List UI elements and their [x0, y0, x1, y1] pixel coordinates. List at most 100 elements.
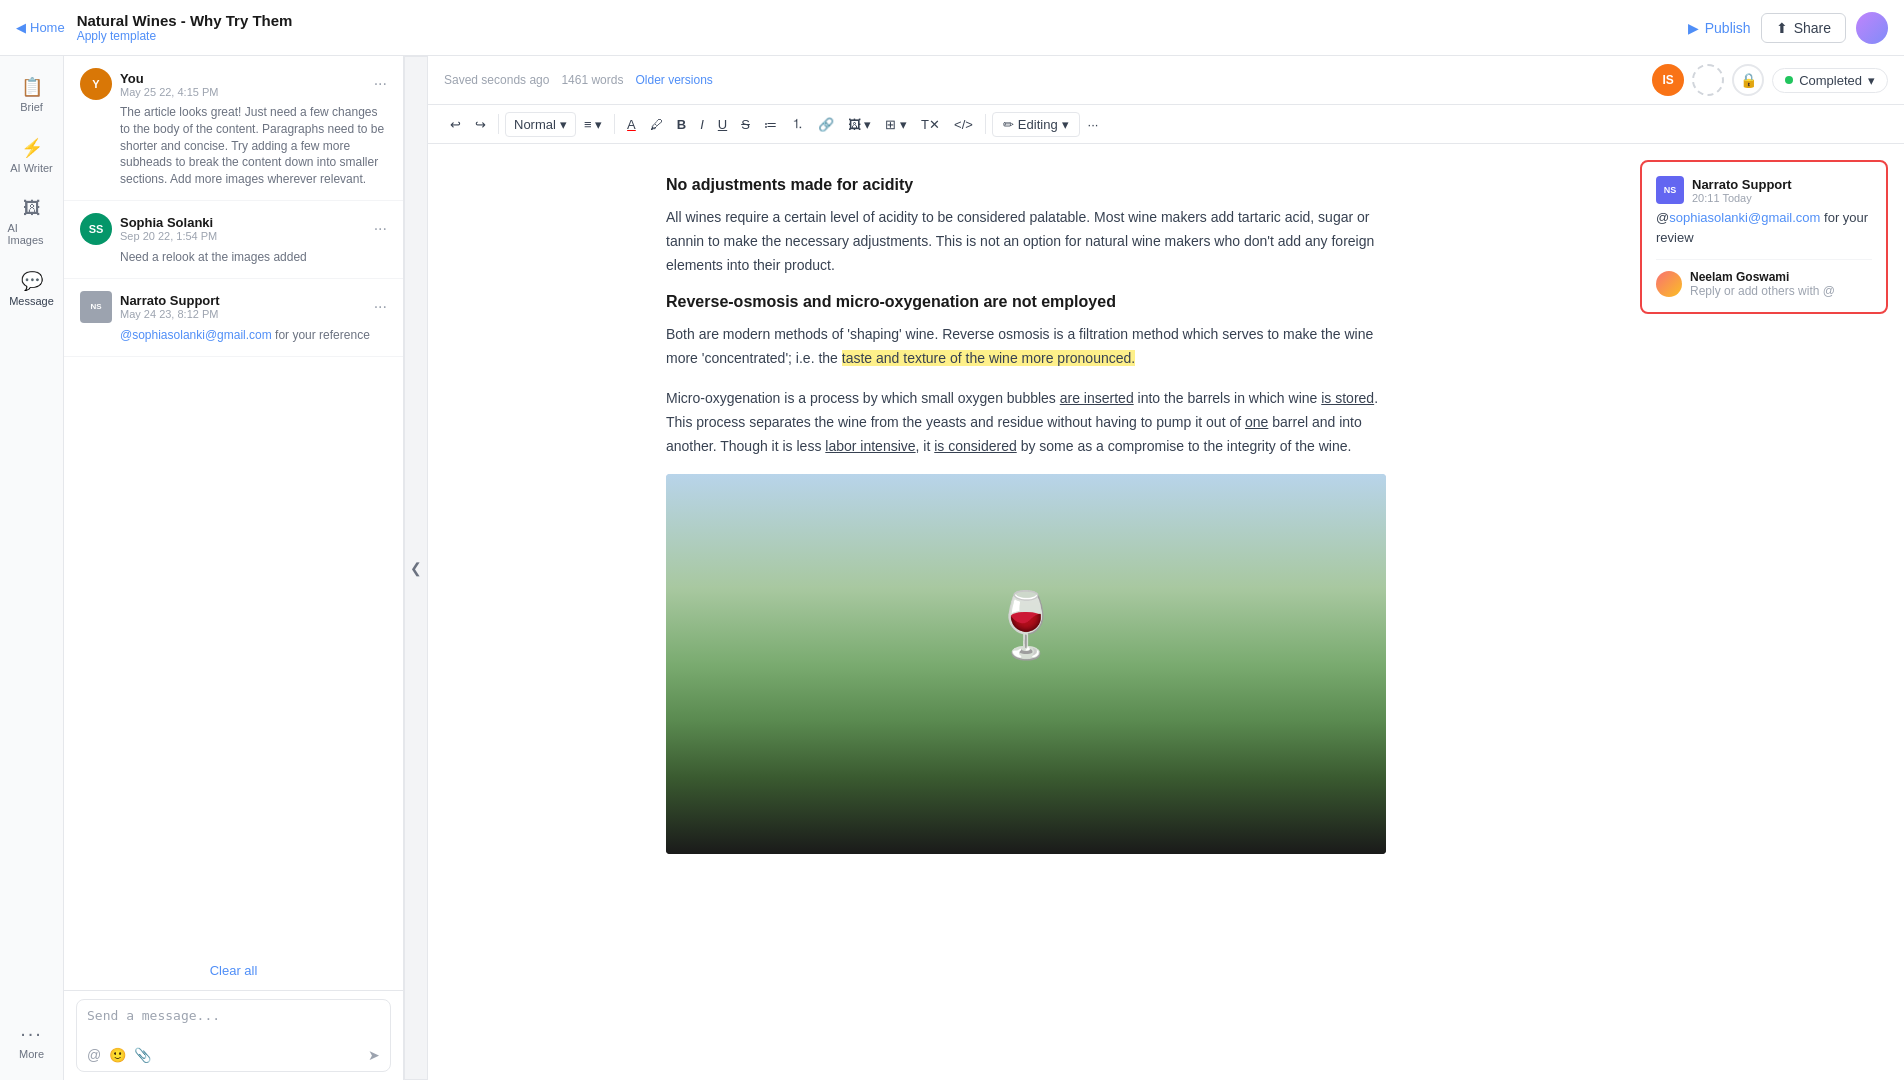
- avatar-lock: 🔒: [1732, 64, 1764, 96]
- highlight-button[interactable]: 🖊: [644, 113, 669, 136]
- list-item[interactable]: SS Sophia Solanki Sep 20 22, 1:54 PM ···…: [64, 201, 403, 279]
- collapse-panel-button[interactable]: ❮: [404, 56, 428, 1080]
- editor-area: Saved seconds ago 1461 words Older versi…: [428, 56, 1904, 1080]
- main-layout: 📋 Brief ⚡ AI Writer 🖼 AI Images 💬 Messag…: [0, 56, 1904, 1080]
- attachment-icon[interactable]: 📎: [134, 1047, 151, 1063]
- document-title-area: Natural Wines - Why Try Them Apply templ…: [77, 12, 1676, 43]
- list-item[interactable]: NS Narrato Support May 24 23, 8:12 PM ··…: [64, 279, 403, 357]
- editor-status-bar: Saved seconds ago 1461 words Older versi…: [428, 56, 1904, 105]
- message-header: Y You May 25 22, 4:15 PM ···: [80, 68, 387, 100]
- mention-icon[interactable]: @: [87, 1047, 101, 1063]
- section-paragraph: All wines require a certain level of aci…: [666, 206, 1386, 277]
- message-meta: Narrato Support May 24 23, 8:12 PM: [120, 293, 366, 320]
- sidebar-item-ai-images[interactable]: 🖼 AI Images: [4, 190, 60, 254]
- message-options-button[interactable]: ···: [374, 298, 387, 316]
- section-heading: No adjustments made for acidity: [666, 176, 1386, 194]
- sidebar-item-brief[interactable]: 📋 Brief: [4, 68, 60, 121]
- style-select[interactable]: Normal ▾: [505, 112, 576, 137]
- content-section-2: Reverse-osmosis and micro-oxygenation ar…: [666, 293, 1386, 458]
- avatar: SS: [80, 213, 112, 245]
- bullet-list-button[interactable]: ≔: [758, 113, 783, 136]
- link-button[interactable]: 🔗: [812, 113, 840, 136]
- wine-vineyard-image: 🍷: [666, 474, 1386, 854]
- format-toolbar: ↩ ↪ Normal ▾ ≡ ▾ A 🖊 B I U S ≔ ⒈ 🔗 🖼 ▾ ⊞…: [428, 105, 1904, 144]
- avatar: Y: [80, 68, 112, 100]
- editor-top-right: IS 🔒 Completed ▾: [1652, 64, 1888, 96]
- reply-input[interactable]: Reply or add others with @: [1690, 284, 1835, 298]
- comment-card: NS Narrato Support 20:11 Today @sophiaso…: [1640, 160, 1888, 314]
- apply-template-link[interactable]: Apply template: [77, 29, 1676, 43]
- clear-format-button[interactable]: T✕: [915, 113, 946, 136]
- content-section-1: No adjustments made for acidity All wine…: [666, 176, 1386, 277]
- brief-icon: 📋: [21, 76, 43, 98]
- comment-author-info: Narrato Support 20:11 Today: [1692, 177, 1792, 204]
- completed-status-badge[interactable]: Completed ▾: [1772, 68, 1888, 93]
- publish-icon: ▶: [1688, 20, 1699, 36]
- avatar-ghost: [1692, 64, 1724, 96]
- pencil-icon: ✏: [1003, 117, 1014, 132]
- redo-button[interactable]: ↪: [469, 113, 492, 136]
- editor-body: No adjustments made for acidity All wine…: [428, 144, 1904, 1080]
- font-color-button[interactable]: A: [621, 113, 642, 136]
- chevron-left-icon: ◀: [16, 20, 26, 35]
- send-message-button[interactable]: ➤: [368, 1047, 380, 1063]
- table-button[interactable]: ⊞ ▾: [879, 113, 913, 136]
- undo-button[interactable]: ↩: [444, 113, 467, 136]
- clear-all-button[interactable]: Clear all: [210, 963, 258, 978]
- user-avatar[interactable]: [1856, 12, 1888, 44]
- editing-mode-select[interactable]: ✏ Editing ▾: [992, 112, 1080, 137]
- share-button[interactable]: ⬆ Share: [1761, 13, 1846, 43]
- underline-button[interactable]: U: [712, 113, 733, 136]
- sidebar-item-message[interactable]: 💬 Message: [4, 262, 60, 315]
- wine-glass-graphic: 🍷: [986, 588, 1066, 663]
- sidebar-item-ai-writer[interactable]: ⚡ AI Writer: [4, 129, 60, 182]
- message-header: SS Sophia Solanki Sep 20 22, 1:54 PM ···: [80, 213, 387, 245]
- comment-reply-row: Neelam Goswami Reply or add others with …: [1656, 259, 1872, 298]
- toolbar-divider: [498, 114, 499, 134]
- message-icon: 💬: [21, 270, 43, 292]
- document-title: Natural Wines - Why Try Them: [77, 12, 1676, 29]
- numbered-list-button[interactable]: ⒈: [785, 111, 810, 137]
- top-bar-actions: ▶ Publish ⬆ Share: [1688, 12, 1888, 44]
- left-sidebar: 📋 Brief ⚡ AI Writer 🖼 AI Images 💬 Messag…: [0, 56, 64, 1080]
- toolbar-divider: [614, 114, 615, 134]
- back-home-link[interactable]: ◀ Home: [16, 20, 65, 35]
- bold-button[interactable]: B: [671, 113, 692, 136]
- image-button[interactable]: 🖼 ▾: [842, 113, 878, 136]
- top-bar: ◀ Home Natural Wines - Why Try Them Appl…: [0, 0, 1904, 56]
- message-meta: You May 25 22, 4:15 PM: [120, 71, 366, 98]
- message-options-button[interactable]: ···: [374, 220, 387, 238]
- emoji-icon[interactable]: 🙂: [109, 1047, 126, 1063]
- message-input[interactable]: [87, 1008, 380, 1038]
- lightning-icon: ⚡: [21, 137, 43, 159]
- message-input-area: @ 🙂 📎 ➤: [64, 990, 403, 1080]
- more-icon: ···: [20, 1022, 43, 1045]
- sidebar-item-more[interactable]: ··· More: [4, 1014, 60, 1068]
- publish-button[interactable]: ▶ Publish: [1688, 20, 1751, 36]
- word-count: 1461 words: [561, 73, 623, 87]
- avatar-is[interactable]: IS: [1652, 64, 1684, 96]
- message-input-actions: @ 🙂 📎 ➤: [87, 1041, 380, 1063]
- section-paragraph: Micro-oxygenation is a process by which …: [666, 387, 1386, 458]
- message-input-box: @ 🙂 📎 ➤: [76, 999, 391, 1072]
- comment-author-row: NS Narrato Support 20:11 Today: [1656, 176, 1872, 204]
- editor-content[interactable]: No adjustments made for acidity All wine…: [428, 144, 1624, 1080]
- section-paragraph: Both are modern methods of 'shaping' win…: [666, 323, 1386, 371]
- image-icon: 🖼: [23, 198, 41, 219]
- share-icon: ⬆: [1776, 20, 1788, 36]
- older-versions-link[interactable]: Older versions: [635, 73, 712, 87]
- more-options-button[interactable]: ···: [1082, 113, 1105, 136]
- code-button[interactable]: </>: [948, 113, 979, 136]
- chevron-down-icon: ▾: [1062, 117, 1069, 132]
- chevron-left-icon: ❮: [410, 560, 422, 576]
- message-options-button[interactable]: ···: [374, 75, 387, 93]
- strikethrough-button[interactable]: S: [735, 113, 756, 136]
- reply-avatar: [1656, 271, 1682, 297]
- clear-all-area: Clear all: [64, 950, 403, 990]
- status-dot: [1785, 76, 1793, 84]
- editor-inner: No adjustments made for acidity All wine…: [666, 176, 1386, 854]
- list-item[interactable]: Y You May 25 22, 4:15 PM ··· The article…: [64, 56, 403, 201]
- italic-button[interactable]: I: [694, 113, 710, 136]
- messages-list: Y You May 25 22, 4:15 PM ··· The article…: [64, 56, 403, 950]
- align-button[interactable]: ≡ ▾: [578, 113, 608, 136]
